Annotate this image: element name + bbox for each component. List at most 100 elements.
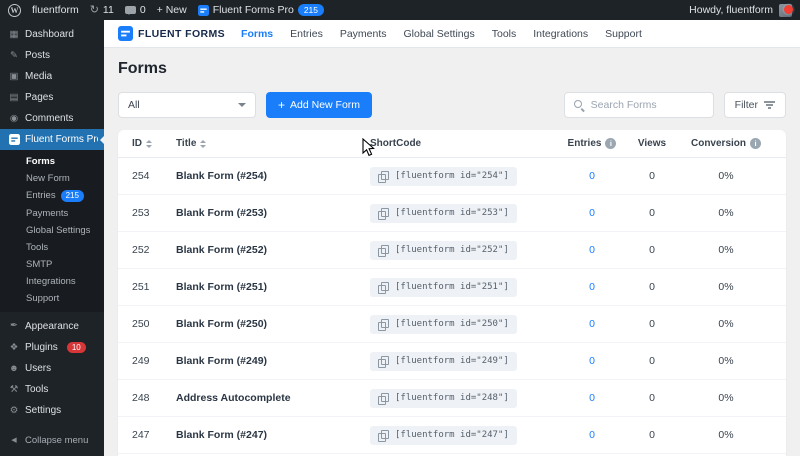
copy-icon (378, 207, 389, 220)
copy-icon (378, 355, 389, 368)
column-header-entries[interactable]: Entries (560, 138, 624, 149)
sidebar-subitem[interactable]: Entries 215 (0, 187, 104, 205)
fluent-nav-item[interactable]: Integrations (533, 28, 588, 40)
sidebar-item[interactable]: ☻ Users (0, 358, 104, 379)
shortcode-pill[interactable]: [fluentform id="249"] (370, 351, 517, 371)
sidebar-subitem[interactable]: Support (0, 290, 104, 307)
table-row: 252 Blank Form (#252) [fluentform id="25… (118, 232, 786, 269)
table-row: 254 Blank Form (#254) [fluentform id="25… (118, 158, 786, 195)
fluent-nav-item[interactable]: Tools (492, 28, 517, 40)
copy-icon (378, 392, 389, 405)
fluent-nav-item[interactable]: Entries (290, 28, 323, 40)
views-cell: 0 (649, 392, 655, 404)
fluent-forms-pro-adminbar-link[interactable]: Fluent Forms Pro 215 (197, 3, 325, 17)
sidebar-item[interactable]: ✒ Appearance (0, 316, 104, 337)
views-cell: 0 (649, 429, 655, 441)
column-header-conversion[interactable]: Conversion (680, 138, 772, 149)
wordpress-logo-icon: W (8, 3, 21, 17)
fluent-nav-item[interactable]: Global Settings (404, 28, 475, 40)
form-title-link[interactable]: Blank Form (#249) (176, 355, 370, 367)
sidebar-subitem[interactable]: Payments (0, 205, 104, 222)
shortcode-pill[interactable]: [fluentform id="250"] (370, 314, 517, 334)
sidebar-item-fluent-forms-pro[interactable]: Fluent Forms Pro (0, 129, 104, 150)
copy-icon (378, 318, 389, 331)
sidebar-subitem[interactable]: New Form (0, 170, 104, 187)
site-name-link[interactable]: fluentform (32, 4, 79, 16)
status-filter-select[interactable]: All (118, 92, 256, 118)
sidebar-item[interactable]: ✎ Posts (0, 45, 104, 66)
collapse-menu-button[interactable]: ◀ Collapse menu (0, 431, 104, 450)
fluent-nav-item[interactable]: Support (605, 28, 642, 40)
copy-icon (378, 429, 389, 442)
column-header-views: Views (637, 138, 667, 149)
form-title-link[interactable]: Blank Form (#250) (176, 318, 370, 330)
comments-link[interactable]: 0 (124, 4, 146, 16)
conversion-cell: 0% (718, 392, 734, 404)
fluent-nav-item[interactable]: Forms (241, 28, 273, 40)
table-row: 249 Blank Form (#249) [fluentform id="24… (118, 343, 786, 380)
updates-link[interactable]: ↻ 11 (90, 4, 114, 16)
conversion-cell: 0% (718, 355, 734, 367)
column-header-id[interactable]: ID (132, 138, 176, 149)
form-title-link[interactable]: Blank Form (#251) (176, 281, 370, 293)
shortcode-cell: [fluentform id="251"] (370, 277, 560, 297)
updates-count: 11 (102, 4, 114, 16)
views-cell: 0 (649, 244, 655, 256)
sidebar-item[interactable]: ▦ Dashboard (0, 24, 104, 45)
column-header-title[interactable]: Title (176, 138, 370, 149)
shortcode-pill[interactable]: [fluentform id="252"] (370, 240, 517, 260)
plus-icon: + (278, 98, 286, 112)
entries-link[interactable]: 0 (560, 318, 624, 330)
entries-link[interactable]: 0 (560, 429, 624, 441)
new-content-link[interactable]: + New (157, 4, 187, 16)
entries-link[interactable]: 0 (560, 281, 624, 293)
settings-icon: ⚙ (9, 404, 19, 416)
page-title: Forms (118, 60, 167, 77)
filter-button[interactable]: Filter (723, 92, 786, 118)
sidebar-item[interactable]: ❖ Plugins 10 (0, 337, 104, 359)
sidebar-subitem[interactable]: Forms (0, 153, 104, 170)
sidebar-item[interactable]: ⚙ Settings (0, 400, 104, 421)
fluent-nav-item[interactable]: Payments (340, 28, 387, 40)
media-icon: ▣ (9, 70, 19, 82)
form-title-link[interactable]: Address Autocomplete (176, 392, 370, 404)
sidebar-subitem[interactable]: SMTP (0, 256, 104, 273)
form-title-link[interactable]: Blank Form (#252) (176, 244, 370, 256)
shortcode-pill[interactable]: [fluentform id="251"] (370, 277, 517, 297)
shortcode-pill[interactable]: [fluentform id="247"] (370, 425, 517, 445)
sidebar-subitem[interactable]: Global Settings (0, 222, 104, 239)
entries-link[interactable]: 0 (560, 392, 624, 404)
form-id-cell: 254 (132, 170, 150, 182)
shortcode-pill[interactable]: [fluentform id="248"] (370, 388, 517, 408)
wp-logo-menu[interactable]: W (8, 3, 21, 17)
form-title-link[interactable]: Blank Form (#247) (176, 429, 370, 441)
form-id-cell: 252 (132, 244, 150, 256)
fluent-forms-logo-icon (118, 26, 133, 41)
sidebar-item[interactable]: ▤ Pages (0, 87, 104, 108)
sidebar-item[interactable]: ▣ Media (0, 66, 104, 87)
sidebar-subitem[interactable]: Tools (0, 239, 104, 256)
form-title-link[interactable]: Blank Form (#254) (176, 170, 370, 182)
sidebar-menu-bottom: ✒ Appearance ❖ Plugins 10 ☻ Users ⚒ Tool… (0, 312, 104, 422)
entries-link[interactable]: 0 (560, 244, 624, 256)
form-id-cell: 251 (132, 281, 150, 293)
entries-link[interactable]: 0 (560, 355, 624, 367)
views-cell: 0 (649, 170, 655, 182)
views-cell: 0 (649, 318, 655, 330)
sidebar-item[interactable]: ⚒ Tools (0, 379, 104, 400)
form-title-link[interactable]: Blank Form (#253) (176, 207, 370, 219)
fluent-forms-brand[interactable]: FLUENT FORMS (118, 26, 225, 41)
search-input[interactable] (590, 99, 705, 111)
tools-icon: ⚒ (9, 383, 19, 395)
entries-link[interactable]: 0 (560, 207, 624, 219)
sidebar-subitem[interactable]: Integrations (0, 273, 104, 290)
shortcode-pill[interactable]: [fluentform id="253"] (370, 203, 517, 223)
howdy-text[interactable]: Howdy, fluentform (689, 4, 773, 16)
entries-link[interactable]: 0 (560, 170, 624, 182)
sidebar-item[interactable]: ◉ Comments (0, 108, 104, 129)
shortcode-pill[interactable]: [fluentform id="254"] (370, 166, 517, 186)
add-new-form-button[interactable]: + Add New Form (266, 92, 373, 118)
fluent-forms-icon (8, 134, 20, 145)
new-label: + New (156, 4, 187, 16)
collapse-icon: ◀ (11, 437, 17, 444)
